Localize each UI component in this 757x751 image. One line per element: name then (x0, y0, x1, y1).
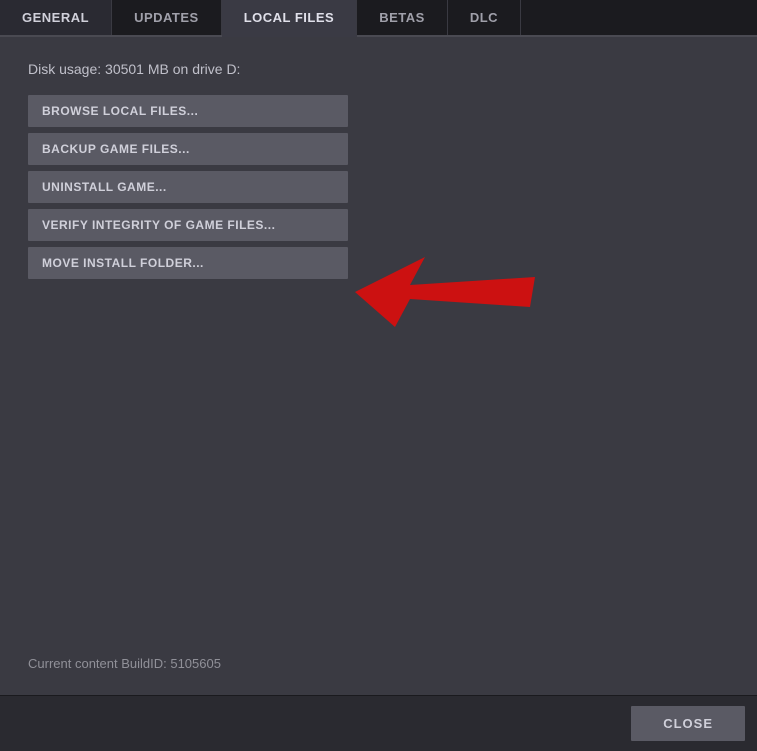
close-button[interactable]: CLOSE (631, 706, 745, 741)
move-install-folder-button[interactable]: MOVE INSTALL FOLDER... (28, 247, 348, 279)
browse-local-files-button[interactable]: BROWSE LOCAL FILES... (28, 95, 348, 127)
tab-bar: GENERAL UPDATES LOCAL FILES BETAS DLC (0, 0, 757, 37)
tab-dlc[interactable]: DLC (448, 0, 521, 35)
disk-usage-label: Disk usage: 30501 MB on drive D: (28, 61, 729, 77)
action-buttons-section: BROWSE LOCAL FILES... BACKUP GAME FILES.… (28, 95, 348, 279)
verify-integrity-button[interactable]: VERIFY INTEGRITY OF GAME FILES... (28, 209, 348, 241)
tab-general[interactable]: GENERAL (0, 0, 112, 35)
footer-bar: CLOSE (0, 695, 757, 751)
tab-updates[interactable]: UPDATES (112, 0, 222, 35)
tab-betas[interactable]: BETAS (357, 0, 448, 35)
build-id-label: Current content BuildID: 5105605 (28, 656, 221, 671)
backup-game-files-button[interactable]: BACKUP GAME FILES... (28, 133, 348, 165)
arrow-annotation (355, 247, 535, 337)
tab-local-files[interactable]: LOCAL FILES (222, 0, 357, 37)
main-content: Disk usage: 30501 MB on drive D: BROWSE … (0, 37, 757, 695)
uninstall-game-button[interactable]: UNINSTALL GAME... (28, 171, 348, 203)
